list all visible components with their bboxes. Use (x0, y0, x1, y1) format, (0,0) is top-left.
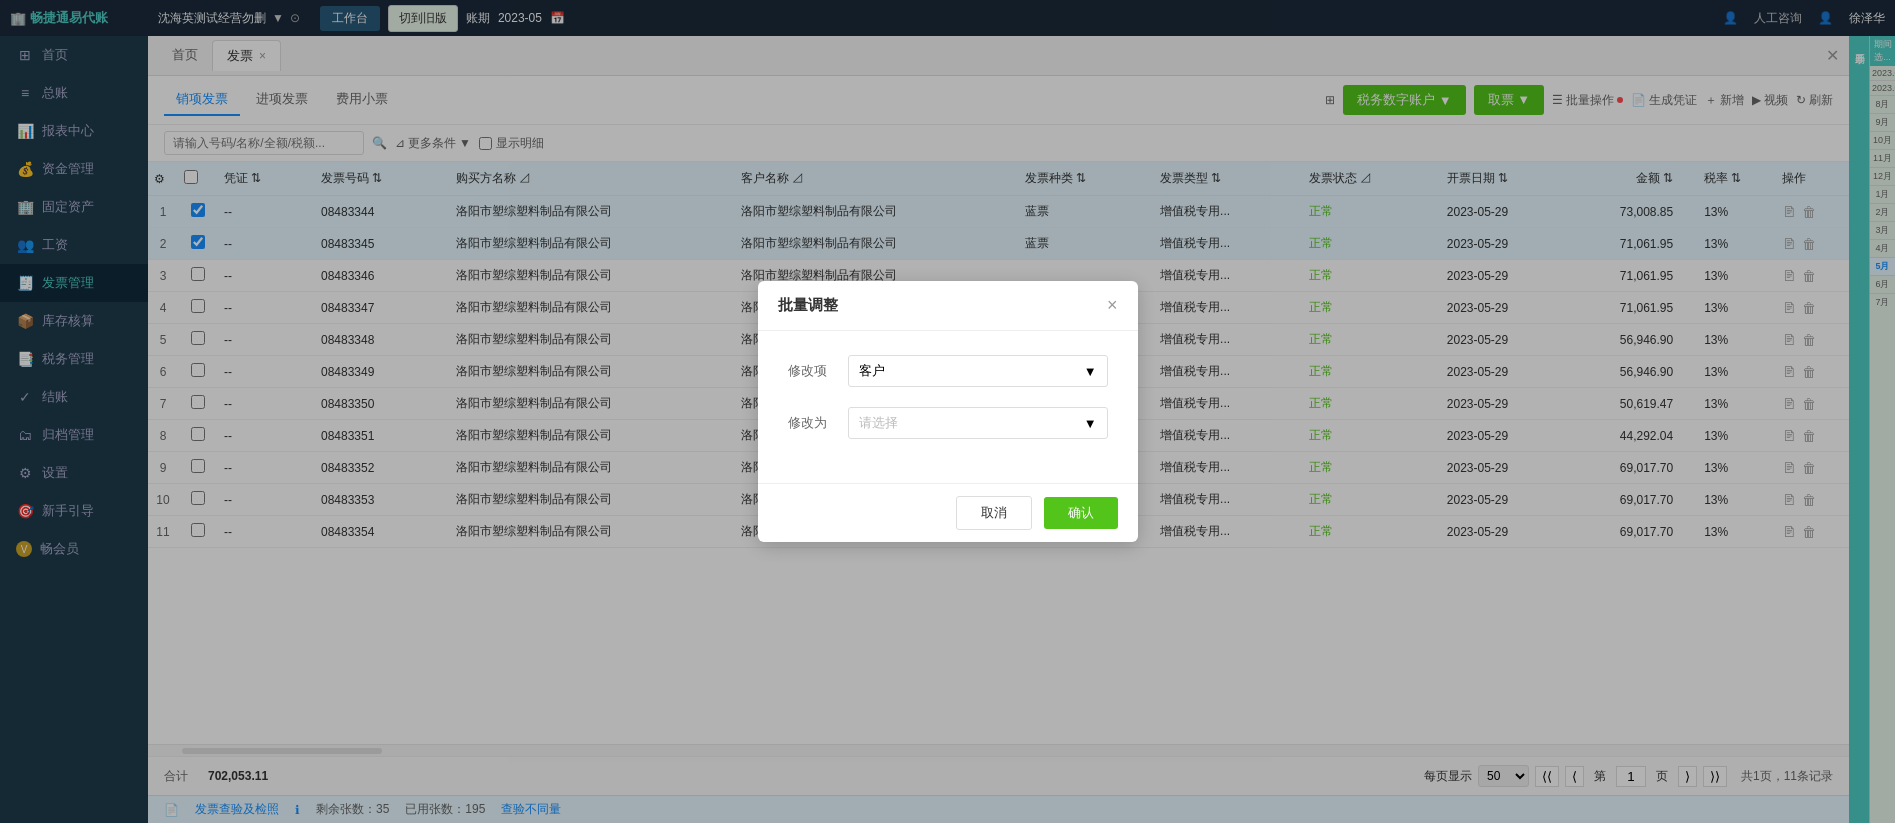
modify-to-label: 修改为 (788, 414, 848, 432)
modal-body: 修改项 客户 ▼ 修改为 请选择 ▼ (758, 331, 1138, 483)
modify-item-label: 修改项 (788, 362, 848, 380)
modal-header: 批量调整 × (758, 281, 1138, 331)
cancel-button[interactable]: 取消 (956, 496, 1032, 530)
modify-to-chevron: ▼ (1084, 416, 1097, 431)
modal-title: 批量调整 (778, 296, 838, 315)
modify-item-chevron: ▼ (1084, 364, 1097, 379)
modal-close-button[interactable]: × (1107, 295, 1118, 316)
modal-overlay: 批量调整 × 修改项 客户 ▼ 修改为 请选择 ▼ 取消 确认 (0, 0, 1895, 823)
modify-item-select[interactable]: 客户 ▼ (848, 355, 1108, 387)
confirm-button[interactable]: 确认 (1044, 497, 1118, 529)
modify-item-value: 客户 (859, 362, 885, 380)
modify-to-placeholder: 请选择 (859, 414, 898, 432)
modify-to-select[interactable]: 请选择 ▼ (848, 407, 1108, 439)
modify-item-row: 修改项 客户 ▼ (788, 355, 1108, 387)
modify-to-row: 修改为 请选择 ▼ (788, 407, 1108, 439)
modal-footer: 取消 确认 (758, 483, 1138, 542)
batch-adjust-modal: 批量调整 × 修改项 客户 ▼ 修改为 请选择 ▼ 取消 确认 (758, 281, 1138, 542)
